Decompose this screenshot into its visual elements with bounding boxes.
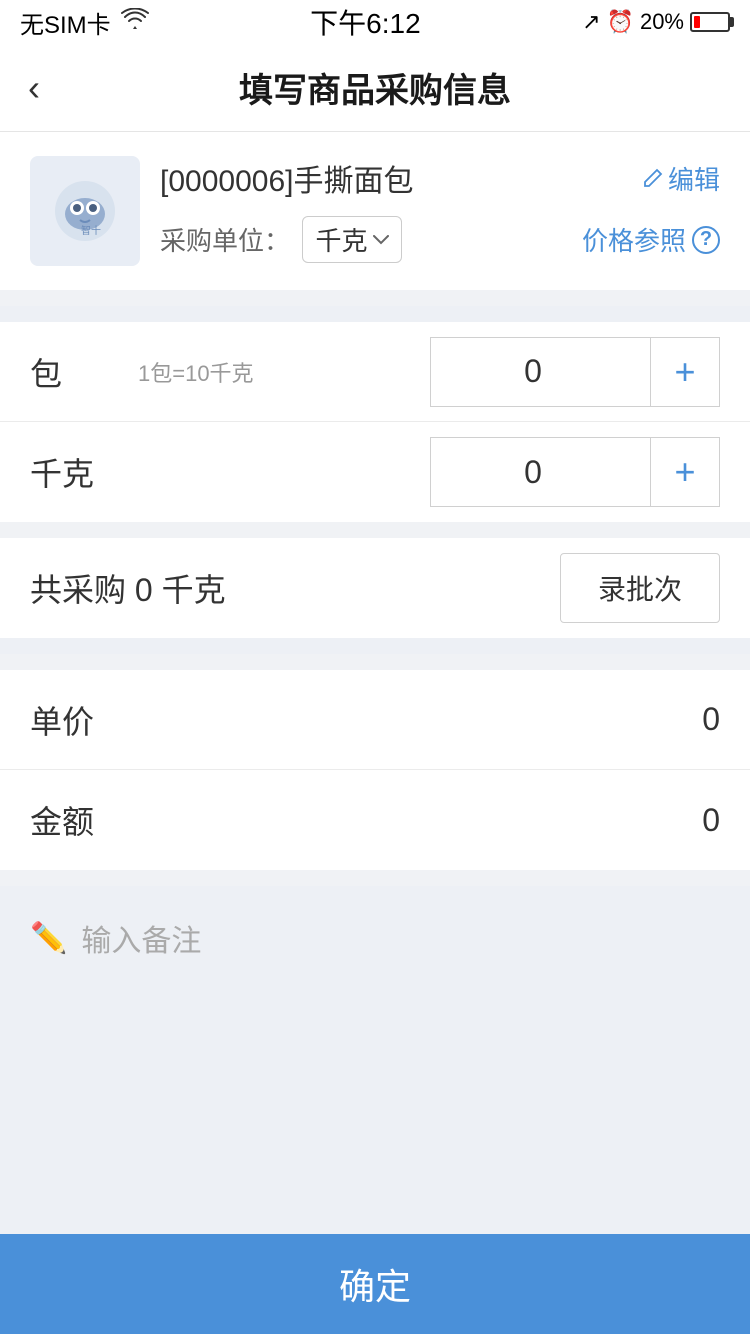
bag-label: 包 [30, 349, 130, 395]
amount-row: 金额 0 [0, 770, 750, 870]
confirm-label: 确定 [339, 1258, 411, 1310]
kg-plus-button[interactable]: + [650, 437, 720, 507]
location-icon: ↗ [582, 9, 600, 35]
back-button[interactable]: ‹ [28, 67, 40, 109]
unit-select[interactable]: 千克 [302, 216, 402, 263]
bag-quantity-input[interactable] [430, 337, 650, 407]
section-divider-2 [0, 638, 750, 654]
wifi-icon [121, 8, 149, 37]
bag-sublabel: 1包=10千克 [138, 356, 254, 388]
field-section: 单价 0 金额 0 [0, 670, 750, 870]
alarm-icon: ⏰ [607, 9, 634, 35]
battery-icon [690, 12, 730, 32]
product-card: 智十 [0000006]手撕面包 编辑 采购单位： 千克 [0, 132, 750, 290]
status-right: ↗ ⏰ 20% [582, 9, 730, 35]
content-area: 智十 [0000006]手撕面包 编辑 采购单位： 千克 [0, 132, 750, 1266]
section-divider-1 [0, 306, 750, 322]
unit-label: 采购单位： [160, 226, 290, 256]
svg-text:智十: 智十 [81, 224, 101, 237]
page-title: 填写商品采购信息 [239, 63, 511, 112]
bag-input-row: 包 1包=10千克 + [0, 322, 750, 422]
amount-value: 0 [702, 802, 720, 839]
unit-price-value: 0 [702, 701, 720, 738]
status-time: 下午6:12 [310, 2, 421, 42]
summary-section: 共采购 0 千克 录批次 [0, 538, 750, 638]
nav-bar: ‹ 填写商品采购信息 [0, 44, 750, 132]
summary-label: 共采购 0 千克 [30, 565, 226, 611]
confirm-button[interactable]: 确定 [0, 1234, 750, 1334]
amount-label: 金额 [30, 797, 110, 843]
edit-button[interactable]: 编辑 [642, 160, 720, 197]
unit-price-row: 单价 0 [0, 670, 750, 770]
kg-input-wrapper: + [430, 437, 720, 507]
kg-input-row: 千克 + [0, 422, 750, 522]
unit-selector[interactable]: 采购单位： 千克 [160, 216, 402, 263]
product-name: [0000006]手撕面包 [160, 156, 413, 200]
bag-plus-button[interactable]: + [650, 337, 720, 407]
info-icon: ? [692, 226, 720, 254]
remark-section[interactable]: ✏️ 输入备注 [0, 886, 750, 1066]
kg-quantity-input[interactable] [430, 437, 650, 507]
pencil-icon: ✏️ [30, 921, 67, 956]
summary-row: 共采购 0 千克 录批次 [0, 538, 750, 638]
remark-placeholder: 输入备注 [81, 916, 201, 960]
product-image: 智十 [30, 156, 140, 266]
record-batch-button[interactable]: 录批次 [560, 553, 720, 623]
remark-inner: ✏️ 输入备注 [30, 916, 720, 960]
bag-input-wrapper: + [430, 337, 720, 407]
product-unit-row: 采购单位： 千克 价格参照 ? [160, 216, 720, 263]
input-section: 包 1包=10千克 + 千克 + [0, 322, 750, 522]
product-header: [0000006]手撕面包 编辑 [160, 156, 720, 200]
status-left: 无SIM卡 [20, 5, 149, 40]
battery-percent: 20% [640, 9, 684, 35]
kg-label: 千克 [30, 449, 130, 495]
status-bar: 无SIM卡 下午6:12 ↗ ⏰ 20% [0, 0, 750, 44]
unit-price-label: 单价 [30, 697, 110, 743]
price-reference-button[interactable]: 价格参照 ? [582, 221, 720, 258]
product-info: [0000006]手撕面包 编辑 采购单位： 千克 [160, 156, 720, 263]
carrier-text: 无SIM卡 [20, 5, 111, 40]
